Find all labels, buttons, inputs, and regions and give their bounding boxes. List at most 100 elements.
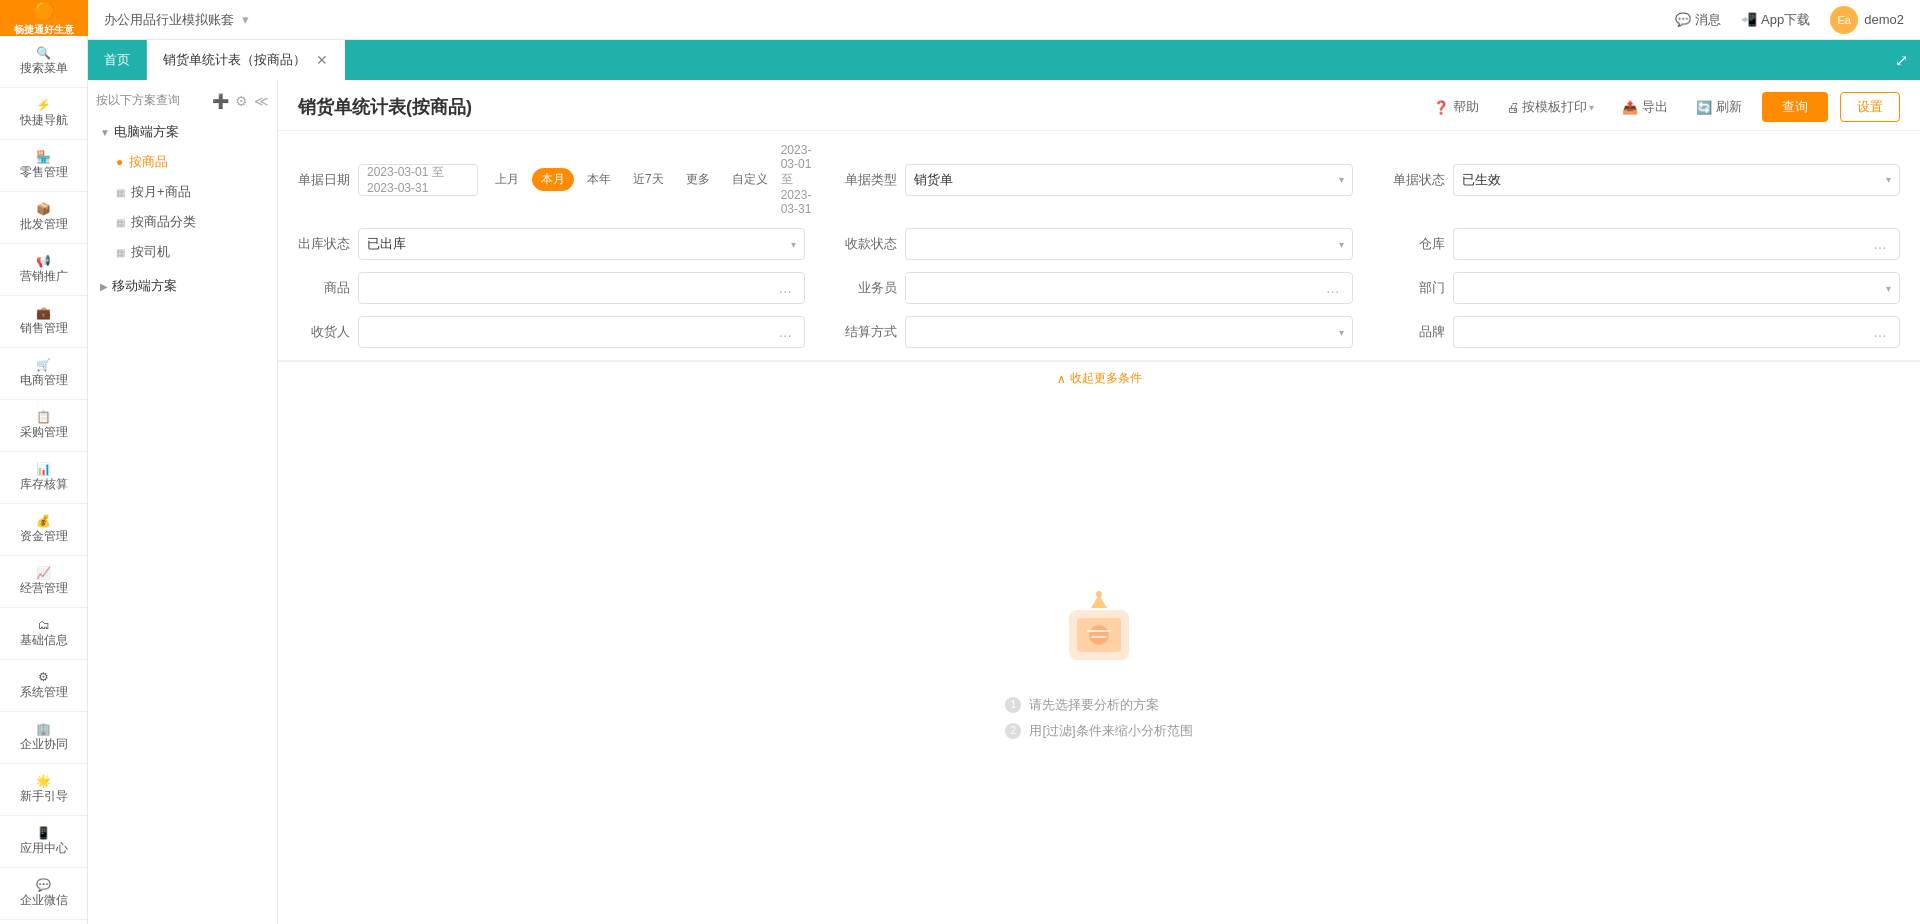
svg-point-2 bbox=[1089, 625, 1109, 645]
sidebar-item-wechat[interactable]: 💬 企业微信 bbox=[0, 868, 87, 920]
tab-active[interactable]: 销货单统计表（按商品） ✕ bbox=[147, 40, 345, 80]
user-menu[interactable]: Ea demo2 bbox=[1830, 6, 1904, 34]
content-area: 按以下方案查询 ➕ ⚙ ≪ ▼ 电脑端方案 ● 按商品 ▦ bbox=[88, 80, 1920, 924]
warehouse-dots-btn[interactable]: … bbox=[1869, 236, 1891, 252]
order-type-select[interactable]: 销货单 ▾ bbox=[905, 164, 1352, 196]
goods-input[interactable]: … bbox=[358, 272, 805, 304]
order-status-label: 单据状态 bbox=[1393, 171, 1453, 189]
tab-close-btn[interactable]: ✕ bbox=[316, 52, 328, 68]
staff-input[interactable]: … bbox=[905, 272, 1352, 304]
brand-input[interactable]: … bbox=[1453, 316, 1900, 348]
tree-item-by-driver[interactable]: ▦ 按司机 bbox=[88, 237, 277, 267]
sidebar-item-finance[interactable]: 💰 资金管理 bbox=[0, 504, 87, 556]
sidebar-item-purchase[interactable]: 📋 采购管理 bbox=[0, 400, 87, 452]
setting-btn[interactable]: 设置 bbox=[1840, 92, 1900, 122]
filter-out-status: 出库状态 已出库 ▾ bbox=[298, 228, 805, 260]
sidebar-item-member[interactable]: 👑 畅会员 bbox=[0, 920, 87, 924]
dept-label: 部门 bbox=[1393, 279, 1453, 297]
out-status-label: 出库状态 bbox=[298, 235, 358, 253]
warehouse-label: 仓库 bbox=[1393, 235, 1453, 253]
order-type-dropdown-icon: ▾ bbox=[1339, 174, 1344, 185]
filter-receiver: 收货人 … bbox=[298, 316, 805, 348]
tab-bar: 首页 销货单统计表（按商品） ✕ ⤢ bbox=[88, 40, 1920, 80]
out-status-select[interactable]: 已出库 ▾ bbox=[358, 228, 805, 260]
empty-illustration bbox=[1049, 580, 1149, 680]
tab-home[interactable]: 首页 bbox=[88, 40, 147, 80]
sidebar-item-inventory[interactable]: 📊 库存核算 bbox=[0, 452, 87, 504]
dept-select[interactable]: ▾ bbox=[1453, 272, 1900, 304]
sidebar-item-sales[interactable]: 💼 销售管理 bbox=[0, 296, 87, 348]
receiver-input[interactable]: … bbox=[358, 316, 805, 348]
date-input[interactable]: 2023-03-01 至 2023-03-31 bbox=[358, 164, 478, 196]
tip-num-2: 2 bbox=[1005, 723, 1021, 739]
help-btn[interactable]: ❓ 帮助 bbox=[1425, 94, 1487, 120]
filter-brand: 品牌 … bbox=[1393, 316, 1900, 348]
receiver-dots-btn[interactable]: … bbox=[774, 324, 796, 340]
export-btn[interactable]: 📤 导出 bbox=[1614, 94, 1676, 120]
sidebar-search[interactable]: 🔍 搜索菜单 bbox=[0, 36, 87, 88]
sidebar-item-basicinfo[interactable]: 🗂 基础信息 bbox=[0, 608, 87, 660]
sidebar-item-ecommerce[interactable]: 🛒 电商管理 bbox=[0, 348, 87, 400]
workspace-dropdown-icon[interactable]: ▾ bbox=[242, 12, 249, 27]
filter-goods: 商品 … bbox=[298, 272, 805, 304]
workspace-info: 办公用品行业模拟账套 ▾ bbox=[104, 11, 249, 29]
sidebar-item-marketing[interactable]: 📢 营销推广 bbox=[0, 244, 87, 296]
help-icon: ❓ bbox=[1433, 100, 1449, 115]
brand-dots-btn[interactable]: … bbox=[1869, 324, 1891, 340]
edit-scheme-btn[interactable]: ⚙ bbox=[235, 93, 248, 109]
scheme-icon-2: ▦ bbox=[116, 217, 125, 228]
filter-order-status: 单据状态 已生效 ▾ bbox=[1393, 164, 1900, 196]
collapse-panel-btn[interactable]: ≪ bbox=[254, 93, 269, 109]
sidebar-item-enterprise[interactable]: 🏢 企业协同 bbox=[0, 712, 87, 764]
goods-dots-btn[interactable]: … bbox=[774, 280, 796, 296]
template-print-btn[interactable]: 🖨 按模板打印 ▾ bbox=[1499, 94, 1602, 120]
tree-group-desktop-header[interactable]: ▼ 电脑端方案 bbox=[88, 117, 277, 147]
dept-dropdown-icon: ▾ bbox=[1886, 283, 1891, 294]
tree-group-mobile-header[interactable]: ▶ 移动端方案 bbox=[88, 271, 277, 301]
message-btn[interactable]: 💬 消息 bbox=[1675, 11, 1721, 29]
add-scheme-btn[interactable]: ➕ bbox=[212, 93, 229, 109]
staff-dots-btn[interactable]: … bbox=[1322, 280, 1344, 296]
collapse-more-btn[interactable]: ∧ 收起更多条件 bbox=[278, 361, 1920, 395]
date-btn-last-month[interactable]: 上月 bbox=[486, 168, 528, 191]
pay-status-select[interactable]: ▾ bbox=[905, 228, 1352, 260]
sidebar-quick-nav[interactable]: ⚡ 快捷导航 bbox=[0, 88, 87, 140]
pay-status-label: 收款状态 bbox=[845, 235, 905, 253]
sidebar-item-system[interactable]: ⚙ 系统管理 bbox=[0, 660, 87, 712]
tab-maximize-btn[interactable]: ⤢ bbox=[1883, 51, 1920, 70]
sidebar-item-newuser[interactable]: 🌟 新手引导 bbox=[0, 764, 87, 816]
scheme-icon-3: ▦ bbox=[116, 247, 125, 258]
pay-method-select[interactable]: ▾ bbox=[905, 316, 1352, 348]
collapse-up-icon: ∧ bbox=[1057, 372, 1066, 386]
date-btn-custom[interactable]: 自定义 bbox=[723, 168, 777, 191]
date-btn-more[interactable]: 更多 bbox=[677, 168, 719, 191]
filter-date: 单据日期 2023-03-01 至 2023-03-31 上月 本月 本年 近7… bbox=[298, 143, 805, 216]
warehouse-input[interactable]: … bbox=[1453, 228, 1900, 260]
refresh-btn[interactable]: 🔄 刷新 bbox=[1688, 94, 1750, 120]
tree-item-by-goods[interactable]: ● 按商品 bbox=[88, 147, 277, 177]
date-btn-this-year[interactable]: 本年 bbox=[578, 168, 620, 191]
filter-row-4: 收货人 … 结算方式 ▾ 品牌 bbox=[298, 316, 1900, 348]
tree-group-desktop: ▼ 电脑端方案 ● 按商品 ▦ 按月+商品 ▦ 按商品分类 ▦ 按司机 bbox=[88, 117, 277, 267]
out-status-dropdown-icon: ▾ bbox=[791, 239, 796, 250]
sidebar-item-operation[interactable]: 📈 经营管理 bbox=[0, 556, 87, 608]
tree-item-goods-category[interactable]: ▦ 按商品分类 bbox=[88, 207, 277, 237]
message-icon: 💬 bbox=[1675, 12, 1691, 27]
date-btn-7days[interactable]: 近7天 bbox=[624, 168, 673, 191]
filter-row-3: 商品 … 业务员 … 部门 bbox=[298, 272, 1900, 304]
order-status-select[interactable]: 已生效 ▾ bbox=[1453, 164, 1900, 196]
receiver-label: 收货人 bbox=[298, 323, 358, 341]
app-download-btn[interactable]: 📲 App下载 bbox=[1741, 11, 1810, 29]
tree-item-month-goods[interactable]: ▦ 按月+商品 bbox=[88, 177, 277, 207]
date-btn-this-month[interactable]: 本月 bbox=[532, 168, 574, 191]
left-panel-icons: ➕ ⚙ ≪ bbox=[212, 93, 269, 109]
app-logo[interactable]: 🟠 畅捷通好生意 bbox=[0, 0, 88, 36]
date-label: 单据日期 bbox=[298, 171, 358, 189]
page-actions: ❓ 帮助 🖨 按模板打印 ▾ 📤 导出 🔄 刷新 bbox=[1425, 92, 1900, 122]
sidebar-item-retail[interactable]: 🏪 零售管理 bbox=[0, 140, 87, 192]
query-btn[interactable]: 查询 bbox=[1762, 92, 1828, 122]
sidebar-item-appcenter[interactable]: 📱 应用中心 bbox=[0, 816, 87, 868]
refresh-icon: 🔄 bbox=[1696, 100, 1712, 115]
sidebar-item-wholesale[interactable]: 📦 批发管理 bbox=[0, 192, 87, 244]
filter-pay-status: 收款状态 ▾ bbox=[845, 228, 1352, 260]
